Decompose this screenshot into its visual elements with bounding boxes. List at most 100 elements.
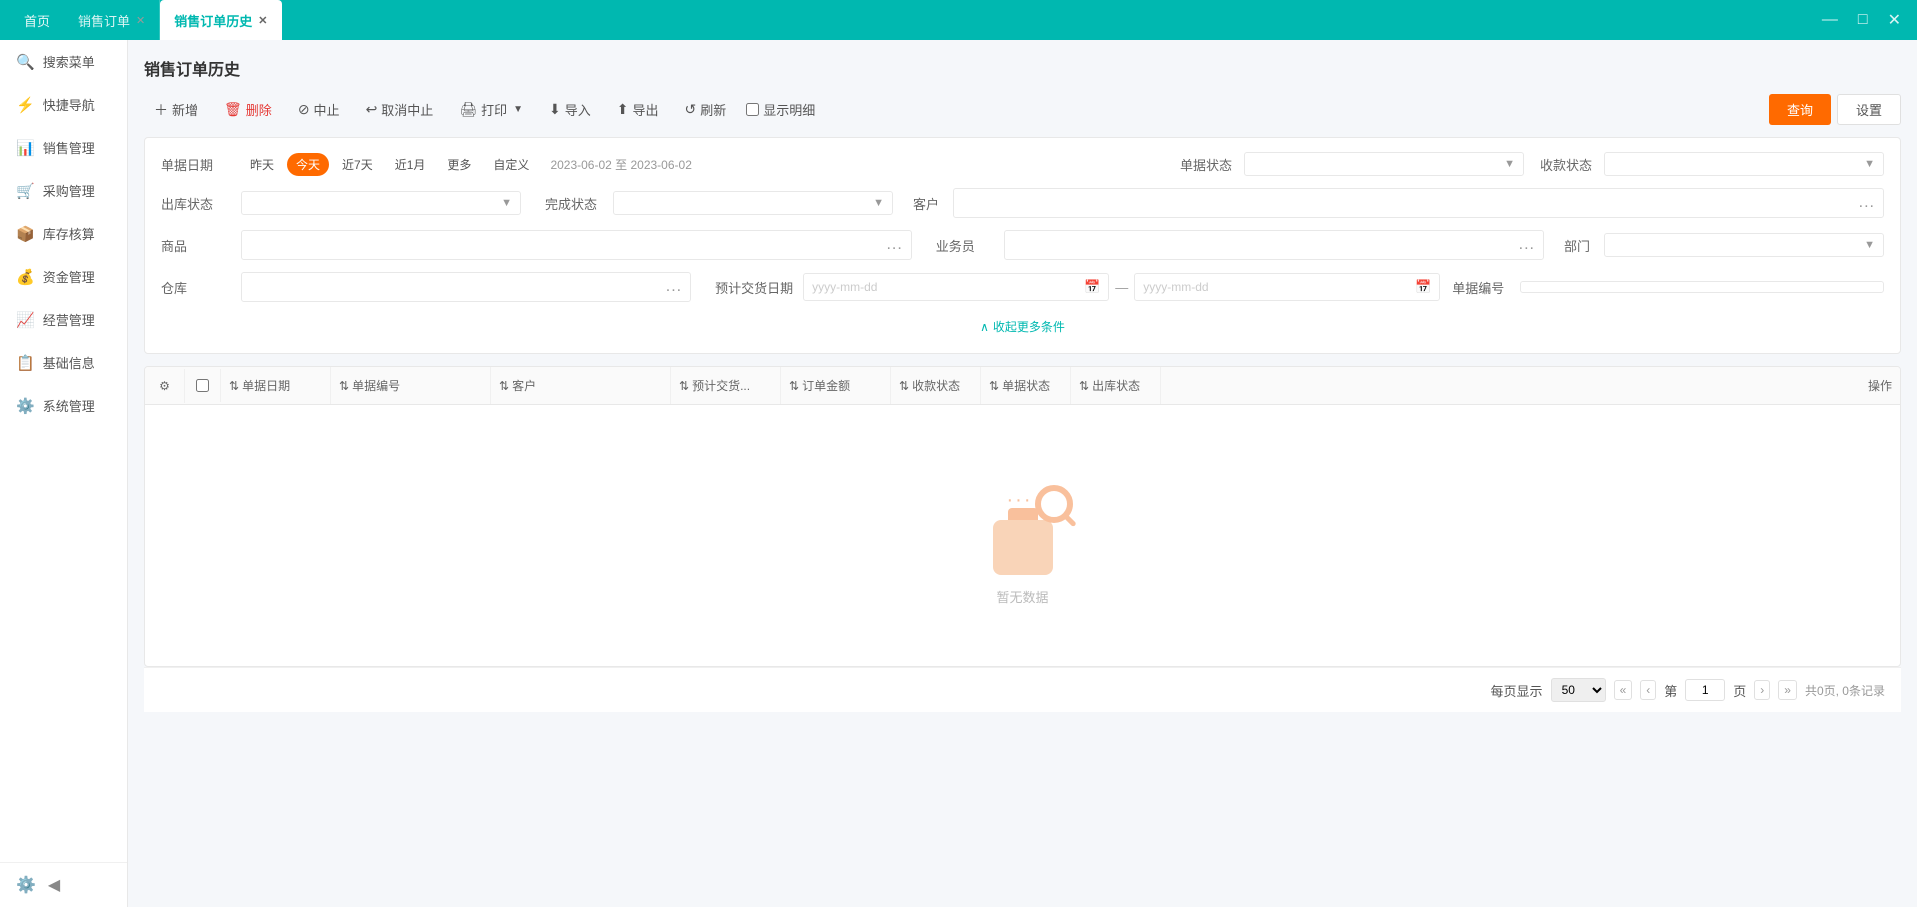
tab-sales-order-history[interactable]: 销售订单历史 ✕: [160, 0, 282, 40]
sidebar-item-inventory[interactable]: 📦 库存核算: [0, 212, 127, 255]
table-header: ⚙ ⇅ 单据日期 ⇅ 单据编号 ⇅ 客户 ⇅: [145, 367, 1900, 405]
sidebar-item-sys-admin[interactable]: ⚙️ 系统管理: [0, 384, 127, 427]
import-button[interactable]: ⬇ 导入: [539, 95, 601, 124]
window-min-btn[interactable]: —: [1816, 9, 1844, 31]
set-button[interactable]: 设置: [1837, 94, 1901, 125]
stop-button[interactable]: ⊘ 中止: [288, 95, 350, 124]
chip-1month[interactable]: 近1月: [386, 153, 435, 176]
window-max-btn[interactable]: □: [1852, 9, 1874, 31]
sidebar-item-sales[interactable]: 📊 销售管理: [0, 126, 127, 169]
show-cols-checkbox[interactable]: [746, 103, 759, 116]
pay-status-select[interactable]: ▼: [1604, 152, 1884, 176]
refresh-button[interactable]: ↺ 刷新: [675, 95, 737, 124]
settings-icon[interactable]: ⚙️: [16, 875, 36, 895]
calendar-to-icon: 📅: [1415, 279, 1431, 295]
select-all-checkbox[interactable]: [196, 379, 209, 392]
print-button[interactable]: 🖨 打印 ▼: [449, 95, 533, 124]
sort-doc-status-icon[interactable]: ⇅: [989, 379, 999, 393]
empty-bag: [993, 520, 1053, 575]
close-sales-order-tab[interactable]: ✕: [136, 14, 145, 27]
th-delivery[interactable]: ⇅ 预计交货...: [671, 367, 781, 404]
docno-filter[interactable]: [1520, 281, 1884, 293]
out-status-label: 出库状态: [161, 194, 241, 213]
sort-delivery-icon[interactable]: ⇅: [679, 379, 689, 393]
collapse-label: 收起更多条件: [993, 318, 1065, 335]
th-docno[interactable]: ⇅ 单据编号: [331, 367, 491, 404]
last-page-btn[interactable]: »: [1778, 680, 1797, 700]
dept-arrow-icon: ▼: [1864, 239, 1875, 251]
th-check[interactable]: [185, 369, 221, 402]
first-page-btn[interactable]: «: [1614, 680, 1633, 700]
cancel-stop-button[interactable]: ↩ 取消中止: [356, 95, 444, 124]
import-icon: ⬇: [549, 101, 561, 118]
sort-out-status-icon[interactable]: ⇅: [1079, 379, 1089, 393]
tab-home[interactable]: 首页: [10, 0, 64, 40]
complete-status-select[interactable]: ▼: [613, 191, 893, 215]
delete-button[interactable]: 🗑 删除: [214, 95, 282, 124]
page-suffix: 页: [1733, 681, 1746, 700]
th-out-status[interactable]: ⇅ 出库状态: [1071, 367, 1161, 404]
warehouse-dots-icon[interactable]: ...: [666, 278, 682, 296]
date-label: 单据日期: [161, 155, 241, 174]
th-date[interactable]: ⇅ 单据日期: [221, 367, 331, 404]
filter-row-1: 单据日期 昨天 今天 近7天 近1月 更多 自定义 2023-06-02 至 2…: [161, 152, 1884, 176]
close-history-tab[interactable]: ✕: [258, 14, 267, 27]
sidebar-item-search-menu[interactable]: 🔍 搜索菜单: [0, 40, 127, 83]
sidebar-item-finance[interactable]: 💰 资金管理: [0, 255, 127, 298]
next-page-btn[interactable]: ›: [1754, 680, 1770, 700]
query-button[interactable]: 查询: [1769, 94, 1831, 125]
page-input[interactable]: [1685, 679, 1725, 701]
new-label: 新增: [172, 100, 198, 119]
import-label: 导入: [565, 100, 591, 119]
date-dash: —: [1115, 280, 1128, 295]
th-doc-status[interactable]: ⇅ 单据状态: [981, 367, 1071, 404]
collapse-sidebar-icon[interactable]: ◀: [48, 875, 60, 895]
export-button[interactable]: ⬆ 导出: [607, 95, 669, 124]
chip-more[interactable]: 更多: [438, 153, 480, 176]
delivery-date-to[interactable]: yyyy-mm-dd 📅: [1134, 273, 1440, 301]
sidebar-item-purchase[interactable]: 🛒 采购管理: [0, 169, 127, 212]
delivery-date-from[interactable]: yyyy-mm-dd 📅: [803, 273, 1109, 301]
customer-filter[interactable]: ...: [953, 188, 1884, 218]
chip-7days[interactable]: 近7天: [333, 153, 382, 176]
chip-today[interactable]: 今天: [287, 153, 329, 176]
customer-dots-icon[interactable]: ...: [1859, 194, 1875, 212]
sort-amount-icon[interactable]: ⇅: [789, 379, 799, 393]
complete-status-label: 完成状态: [533, 194, 613, 213]
dept-select[interactable]: ▼: [1604, 233, 1884, 257]
goods-dots-icon[interactable]: ...: [886, 236, 902, 254]
th-amount[interactable]: ⇅ 订单金额: [781, 367, 891, 404]
prev-page-btn[interactable]: ‹: [1640, 680, 1656, 700]
out-status-select[interactable]: ▼: [241, 191, 521, 215]
th-settings[interactable]: ⚙: [145, 369, 185, 403]
th-pay-status[interactable]: ⇅ 收款状态: [891, 367, 981, 404]
sidebar-item-basic-info[interactable]: 📋 基础信息: [0, 341, 127, 384]
show-cols-toggle[interactable]: 显示明细: [746, 100, 815, 119]
chip-yesterday[interactable]: 昨天: [241, 153, 283, 176]
cancel-stop-icon: ↩: [366, 101, 378, 118]
warehouse-filter[interactable]: ...: [241, 272, 691, 302]
search-menu-icon: 🔍: [16, 53, 35, 71]
collapse-button[interactable]: ∧ 收起更多条件: [161, 314, 1884, 339]
th-customer[interactable]: ⇅ 客户: [491, 367, 671, 404]
empty-dots: ···: [1007, 490, 1033, 510]
goods-filter[interactable]: ...: [241, 230, 912, 260]
sidebar-item-operation[interactable]: 📈 经营管理: [0, 298, 127, 341]
sort-customer-icon[interactable]: ⇅: [499, 379, 509, 393]
chip-custom[interactable]: 自定义: [484, 153, 538, 176]
sales-order-history-tab-label: 销售订单历史: [174, 11, 252, 30]
tab-sales-order[interactable]: 销售订单 ✕: [64, 0, 160, 40]
sales-order-tab-label: 销售订单: [78, 11, 130, 30]
salesperson-filter[interactable]: ...: [1004, 230, 1544, 260]
th-date-label: 单据日期: [242, 377, 290, 394]
window-close-btn[interactable]: ✕: [1882, 8, 1907, 32]
doc-status-select[interactable]: ▼: [1244, 152, 1524, 176]
new-button[interactable]: ＋ 新增: [144, 95, 208, 125]
sort-date-icon[interactable]: ⇅: [229, 379, 239, 393]
per-page-select[interactable]: 10 20 50 100: [1551, 678, 1606, 702]
sort-pay-status-icon[interactable]: ⇅: [899, 379, 909, 393]
sidebar: 🔍 搜索菜单 ⚡ 快捷导航 📊 销售管理 🛒 采购管理 📦 库存核算 💰 资金管…: [0, 40, 128, 907]
sidebar-item-quick-nav[interactable]: ⚡ 快捷导航: [0, 83, 127, 126]
salesperson-dots-icon[interactable]: ...: [1519, 236, 1535, 254]
sort-docno-icon[interactable]: ⇅: [339, 379, 349, 393]
